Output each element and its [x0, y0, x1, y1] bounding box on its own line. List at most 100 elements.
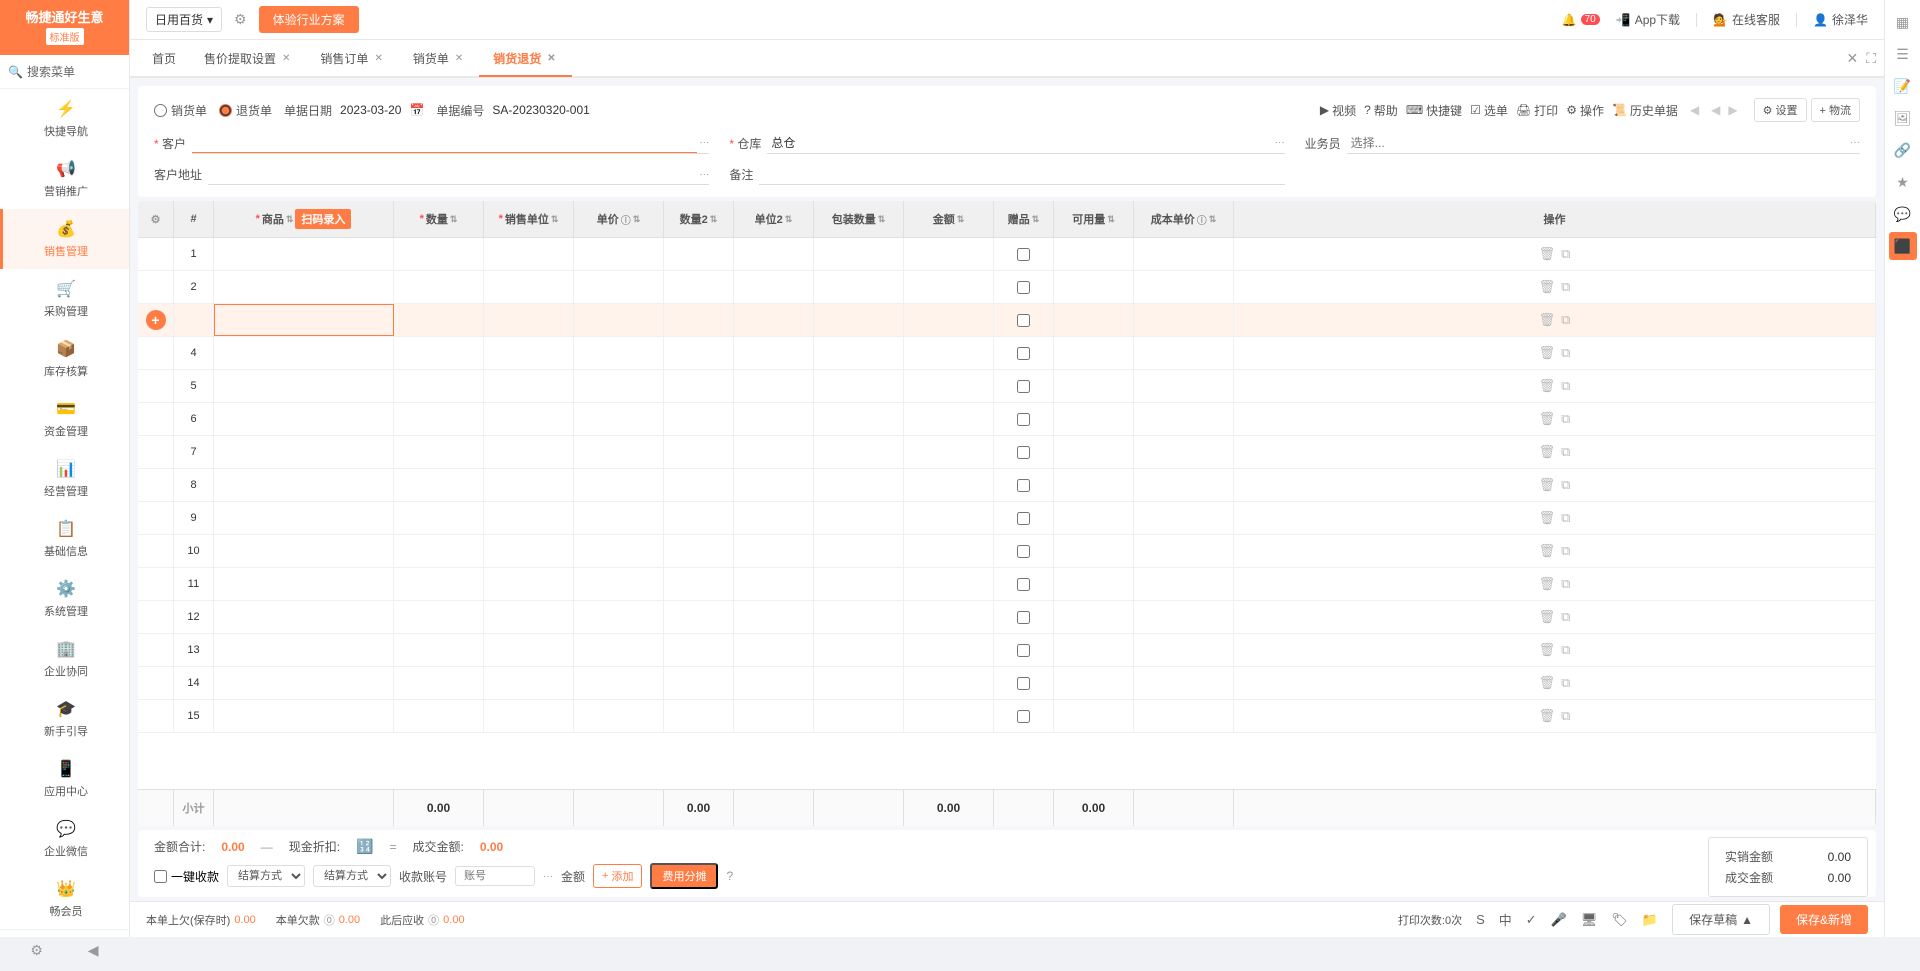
- copy-row-1-icon[interactable]: ⧉: [1558, 246, 1573, 262]
- td-price-3[interactable]: [574, 304, 664, 336]
- tab-maximize-icon[interactable]: ⛶: [1866, 50, 1876, 67]
- right-panel-chat-icon[interactable]: 💬: [1889, 200, 1917, 228]
- td-qty2-1[interactable]: [664, 238, 734, 270]
- address-input[interactable]: [208, 164, 697, 184]
- staff-dots[interactable]: ···: [1850, 137, 1860, 148]
- td-qty-4[interactable]: [394, 337, 484, 369]
- copy-row-2-icon[interactable]: ⧉: [1558, 279, 1573, 295]
- gift-cb-14[interactable]: [998, 677, 1049, 690]
- right-panel-link-icon[interactable]: 🔗: [1889, 136, 1917, 164]
- notification-bell[interactable]: 🔔 70: [1562, 13, 1600, 27]
- td-qty2-3[interactable]: [664, 304, 734, 336]
- help-btn[interactable]: ? 帮助: [1364, 102, 1398, 119]
- right-panel-list-icon[interactable]: ☰: [1889, 40, 1917, 68]
- add-row-btn[interactable]: +: [146, 310, 166, 330]
- right-panel-image-icon[interactable]: 🖼: [1889, 104, 1917, 132]
- sort-avail-icon[interactable]: ⇅: [1107, 214, 1115, 225]
- app-download-link[interactable]: 📲 App下载: [1616, 11, 1680, 28]
- sidebar-item-basic[interactable]: 📋 基础信息: [0, 509, 129, 569]
- logistics-btn[interactable]: + 物流: [1811, 98, 1860, 122]
- radio-sale-bill-input[interactable]: [154, 104, 167, 117]
- copy-row-14-icon[interactable]: ⧉: [1558, 675, 1573, 691]
- toolbar-icon-5[interactable]: 🖥: [1577, 910, 1602, 930]
- sidebar-item-system[interactable]: ⚙️ 系统管理: [0, 569, 129, 629]
- sort-qty2-icon[interactable]: ⇅: [710, 214, 718, 225]
- nav-prev-icon[interactable]: ◀: [1711, 103, 1720, 117]
- td-amount-4[interactable]: [904, 337, 994, 369]
- td-unit-3[interactable]: [484, 304, 574, 336]
- delete-row-4-icon[interactable]: 🗑: [1536, 345, 1559, 361]
- radio-sale-bill[interactable]: 销货单: [154, 102, 207, 119]
- copy-row-15-icon[interactable]: ⧉: [1558, 708, 1573, 724]
- delete-row-1-icon[interactable]: 🗑: [1536, 246, 1559, 262]
- sidebar-settings-icon[interactable]: ⚙: [26, 938, 47, 963]
- delete-row-6-icon[interactable]: 🗑: [1536, 411, 1559, 427]
- sidebar-item-shortcut[interactable]: ⚡ 快捷导航: [0, 89, 129, 149]
- nav-selector[interactable]: 日用百货 ▾: [146, 7, 222, 32]
- td-pkgqty-1[interactable]: [814, 238, 904, 270]
- gift-cb-13[interactable]: [998, 644, 1049, 657]
- radio-return-bill[interactable]: 退货单: [219, 102, 272, 119]
- cost-info-icon[interactable]: ⓘ: [1197, 212, 1207, 227]
- date-value[interactable]: 2023-03-20: [340, 103, 401, 117]
- toolbar-icon-4[interactable]: 🎤: [1547, 910, 1571, 930]
- remark-input[interactable]: [759, 164, 1284, 184]
- tab-close-all-icon[interactable]: ✕: [1844, 50, 1860, 67]
- sort-cost-icon[interactable]: ⇅: [1209, 214, 1217, 225]
- header-gear-icon[interactable]: ⚙: [230, 7, 251, 32]
- copy-row-10-icon[interactable]: ⧉: [1558, 543, 1573, 559]
- td-qty2-2[interactable]: [664, 271, 734, 303]
- customer-dots[interactable]: ···: [699, 137, 709, 148]
- gift-cb-8[interactable]: [998, 479, 1049, 492]
- delete-row-14-icon[interactable]: 🗑: [1536, 675, 1559, 691]
- sort-unit2-icon[interactable]: ⇅: [785, 214, 793, 225]
- toolbar-icon-6[interactable]: 🏷: [1607, 910, 1632, 930]
- copy-row-7-icon[interactable]: ⧉: [1558, 444, 1573, 460]
- sidebar-item-operation[interactable]: 📊 经营管理: [0, 449, 129, 509]
- td-qty-1[interactable]: [394, 238, 484, 270]
- sort-unit-icon[interactable]: ⇅: [551, 214, 559, 225]
- calc-icon[interactable]: 🔢: [356, 838, 373, 855]
- gift-cb-1[interactable]: [998, 248, 1049, 261]
- td-unit2-4[interactable]: [734, 337, 814, 369]
- td-qty2-4[interactable]: [664, 337, 734, 369]
- scan-btn[interactable]: 扫码录入: [295, 209, 351, 229]
- td-unit-2[interactable]: [484, 271, 574, 303]
- qty-input-1[interactable]: [398, 248, 479, 260]
- td-product-5[interactable]: [214, 370, 394, 402]
- tab-sale-bill[interactable]: 销货单 ✕: [399, 42, 479, 77]
- save-draft-btn[interactable]: 保存草稿 ▲: [1672, 904, 1770, 935]
- nav-next-icon[interactable]: ▶: [1728, 103, 1737, 117]
- sidebar-item-appcenter[interactable]: 📱 应用中心: [0, 749, 129, 809]
- warehouse-input[interactable]: [767, 133, 1272, 153]
- sort-product-icon[interactable]: ⇅: [286, 214, 294, 225]
- gift-cb-9[interactable]: [998, 512, 1049, 525]
- tab-sale-return[interactable]: 销货退货 ✕: [479, 42, 571, 77]
- save-new-btn[interactable]: 保存&新增: [1780, 905, 1868, 934]
- unit2-input-1[interactable]: [738, 248, 809, 260]
- delete-row-15-icon[interactable]: 🗑: [1536, 708, 1559, 724]
- operate-btn[interactable]: ⚙ 操作: [1566, 102, 1604, 119]
- expense-tab-btn[interactable]: 费用分摊: [650, 863, 718, 889]
- td-unit2-3[interactable]: [734, 304, 814, 336]
- copy-row-11-icon[interactable]: ⧉: [1558, 576, 1573, 592]
- sidebar-item-marketing[interactable]: 📢 营销推广: [0, 149, 129, 209]
- tab-sale-order[interactable]: 销售订单 ✕: [306, 42, 398, 77]
- product-input-3[interactable]: [219, 314, 389, 326]
- sidebar-item-wechat[interactable]: 💬 企业微信: [0, 809, 129, 869]
- sort-gift-icon[interactable]: ⇅: [1032, 214, 1040, 225]
- one-key-payment-checkbox[interactable]: [154, 870, 167, 883]
- sidebar-item-member[interactable]: 👑 畅会员: [0, 869, 129, 929]
- warehouse-dots[interactable]: ···: [1275, 137, 1285, 148]
- sort-pkgqty-icon[interactable]: ⇅: [878, 214, 886, 225]
- right-panel-note-icon[interactable]: 📝: [1889, 72, 1917, 100]
- delete-row-2-icon[interactable]: 🗑: [1536, 279, 1559, 295]
- gift-cb-12[interactable]: [998, 611, 1049, 624]
- gift-cb-2[interactable]: [998, 281, 1049, 294]
- td-product-2[interactable]: [214, 271, 394, 303]
- product-input-2[interactable]: [218, 281, 389, 293]
- copy-row-3-icon[interactable]: ⧉: [1558, 312, 1573, 328]
- settlement-method-select[interactable]: 结算方式: [227, 865, 305, 887]
- staff-input[interactable]: [1347, 133, 1848, 153]
- address-dots[interactable]: ···: [699, 169, 709, 180]
